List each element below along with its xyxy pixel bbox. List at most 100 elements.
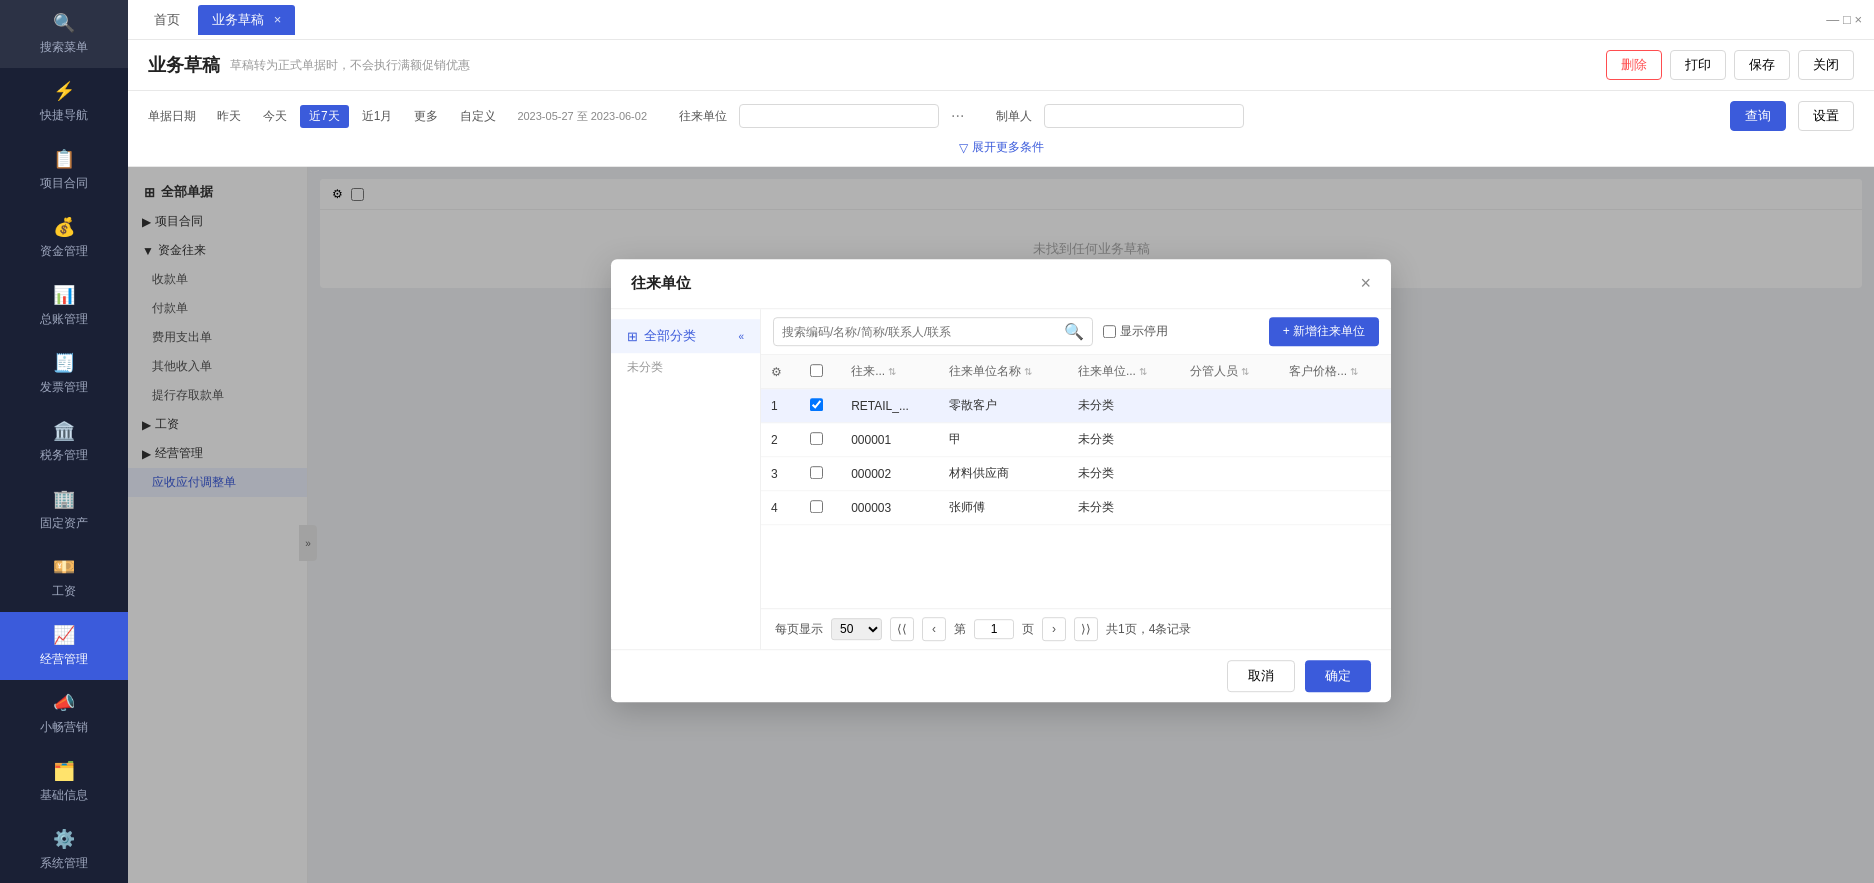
sidebar-item-invoice[interactable]: 🧾 发票管理	[0, 340, 128, 408]
sidebar-label-ledger: 总账管理	[40, 311, 88, 328]
th-code[interactable]: 往来... ⇅	[841, 355, 938, 389]
counterparty-input[interactable]	[739, 104, 939, 128]
sidebar-item-search[interactable]: 🔍 搜索菜单	[0, 0, 128, 68]
sidebar-item-nav[interactable]: ⚡ 快捷导航	[0, 68, 128, 136]
collapse-cat-icon[interactable]: «	[738, 331, 744, 342]
gear-icon-2[interactable]: ⚙	[771, 365, 782, 379]
delete-btn[interactable]: 删除	[1606, 50, 1662, 80]
expand-btn[interactable]: ▽ 展开更多条件	[959, 139, 1044, 156]
th-price[interactable]: 客户价格... ⇅	[1279, 355, 1391, 389]
row-code: RETAIL_...	[841, 389, 938, 423]
date-tab-more[interactable]: 更多	[405, 105, 447, 128]
table-row[interactable]: 2 000001 甲 未分类	[761, 423, 1391, 457]
modal-body: ⊞ 全部分类 « 未分类 🔍	[611, 309, 1391, 649]
add-counterparty-btn[interactable]: + 新增往来单位	[1269, 317, 1379, 346]
date-tab-yesterday[interactable]: 昨天	[208, 105, 250, 128]
row-num: 4	[761, 491, 800, 525]
tab-draft-label: 业务草稿	[212, 12, 264, 27]
first-page-btn[interactable]: ⟨⟨	[890, 617, 914, 641]
row-manager	[1180, 389, 1279, 423]
sidebar-item-marketing[interactable]: 📣 小畅营销	[0, 680, 128, 748]
cancel-btn[interactable]: 取消	[1227, 660, 1295, 692]
header-actions: 删除 打印 保存 关闭	[1606, 50, 1854, 80]
date-tab-7days[interactable]: 近7天	[300, 105, 349, 128]
total-records: 共1页，4条记录	[1106, 621, 1191, 638]
sidebar-item-finance[interactable]: 💰 资金管理	[0, 204, 128, 272]
filter-bar: 单据日期 昨天 今天 近7天 近1月 更多 自定义 2023-05-27 至 2…	[128, 91, 1874, 167]
creator-input[interactable]	[1044, 104, 1244, 128]
next-page-btn[interactable]: ›	[1042, 617, 1066, 641]
search-icon: 🔍	[53, 12, 75, 34]
save-btn[interactable]: 保存	[1734, 50, 1790, 80]
row-category: 未分类	[1068, 457, 1180, 491]
sidebar-item-mgmt[interactable]: 📈 经营管理	[0, 612, 128, 680]
modal-search-input[interactable]	[782, 325, 1058, 339]
more-filters-dots[interactable]: ···	[951, 107, 964, 125]
sidebar-item-assets[interactable]: 🏢 固定资产	[0, 476, 128, 544]
sidebar-label-mgmt: 经营管理	[40, 651, 88, 668]
cat-all[interactable]: ⊞ 全部分类 «	[611, 319, 760, 353]
sidebar-label-basic: 基础信息	[40, 787, 88, 804]
close-btn[interactable]: 关闭	[1798, 50, 1854, 80]
table-row[interactable]: 4 000003 张师傅 未分类	[761, 491, 1391, 525]
per-page-label: 每页显示	[775, 621, 823, 638]
row-price	[1279, 457, 1391, 491]
show-disabled-checkbox[interactable]	[1103, 325, 1116, 338]
th-category[interactable]: 往来单位... ⇅	[1068, 355, 1180, 389]
topbar: 首页 业务草稿 × — □ ×	[128, 0, 1874, 40]
tab-home[interactable]: 首页	[140, 5, 194, 35]
prev-page-btn[interactable]: ‹	[922, 617, 946, 641]
show-disabled-label[interactable]: 显示停用	[1103, 323, 1168, 340]
last-page-btn[interactable]: ⟩⟩	[1074, 617, 1098, 641]
filter-row-2: ▽ 展开更多条件	[148, 139, 1854, 156]
modal-close-btn[interactable]: ×	[1360, 273, 1371, 294]
row-check[interactable]	[800, 389, 841, 423]
modal-title: 往来单位	[631, 274, 691, 293]
row-check[interactable]	[800, 423, 841, 457]
row-check[interactable]	[800, 491, 841, 525]
tab-close-icon[interactable]: ×	[274, 12, 282, 27]
th-settings: ⚙	[761, 355, 800, 389]
sidebar-item-contract[interactable]: 📋 项目合同	[0, 136, 128, 204]
sidebar-item-basic[interactable]: 🗂️ 基础信息	[0, 748, 128, 816]
query-btn[interactable]: 查询	[1730, 101, 1786, 131]
date-tab-today[interactable]: 今天	[254, 105, 296, 128]
sidebar-item-system[interactable]: ⚙️ 系统管理	[0, 816, 128, 883]
modal-category-sidebar: ⊞ 全部分类 « 未分类	[611, 309, 761, 649]
sidebar-item-ledger[interactable]: 📊 总账管理	[0, 272, 128, 340]
creator-label: 制单人	[996, 108, 1032, 125]
table-row[interactable]: 3 000002 材料供应商 未分类	[761, 457, 1391, 491]
ledger-icon: 📊	[53, 284, 75, 306]
page-input[interactable]	[974, 619, 1014, 639]
finance-icon: 💰	[53, 216, 75, 238]
th-name[interactable]: 往来单位名称 ⇅	[939, 355, 1068, 389]
th-manager[interactable]: 分管人员 ⇅	[1180, 355, 1279, 389]
date-tabs: 昨天 今天 近7天 近1月 更多 自定义	[208, 105, 505, 128]
window-close-btn[interactable]: — □ ×	[1826, 12, 1862, 27]
print-btn[interactable]: 打印	[1670, 50, 1726, 80]
tab-draft[interactable]: 业务草稿 ×	[198, 5, 295, 35]
date-tab-custom[interactable]: 自定义	[451, 105, 505, 128]
row-num: 3	[761, 457, 800, 491]
per-page-select[interactable]: 50 100 200	[831, 618, 882, 640]
date-tab-1month[interactable]: 近1月	[353, 105, 402, 128]
table-row[interactable]: 1 RETAIL_... 零散客户 未分类	[761, 389, 1391, 423]
sidebar-item-tax[interactable]: 🏛️ 税务管理	[0, 408, 128, 476]
tax-icon: 🏛️	[53, 420, 75, 442]
main-container: 首页 业务草稿 × — □ × 业务草稿 草稿转为正式单据时，不会执行满额促销优…	[128, 0, 1874, 883]
settings-btn[interactable]: 设置	[1798, 101, 1854, 131]
nav-icon: ⚡	[53, 80, 75, 102]
page-label: 页	[1022, 621, 1034, 638]
row-check[interactable]	[800, 457, 841, 491]
row-price	[1279, 423, 1391, 457]
modal-toolbar: 🔍 显示停用 + 新增往来单位	[761, 309, 1391, 355]
confirm-btn[interactable]: 确定	[1305, 660, 1371, 692]
page-title: 业务草稿	[148, 53, 220, 77]
sidebar-label-assets: 固定资产	[40, 515, 88, 532]
sidebar-label-contract: 项目合同	[40, 175, 88, 192]
invoice-icon: 🧾	[53, 352, 75, 374]
content-area: ⊞ 全部单据 » ▶ 项目合同 ▼ 资金往来 收款单 付款单 费用支出单 其他收…	[128, 167, 1874, 883]
sidebar-item-salary[interactable]: 💴 工资	[0, 544, 128, 612]
cat-unclassified[interactable]: 未分类	[627, 360, 663, 374]
select-all-modal[interactable]	[810, 364, 823, 377]
